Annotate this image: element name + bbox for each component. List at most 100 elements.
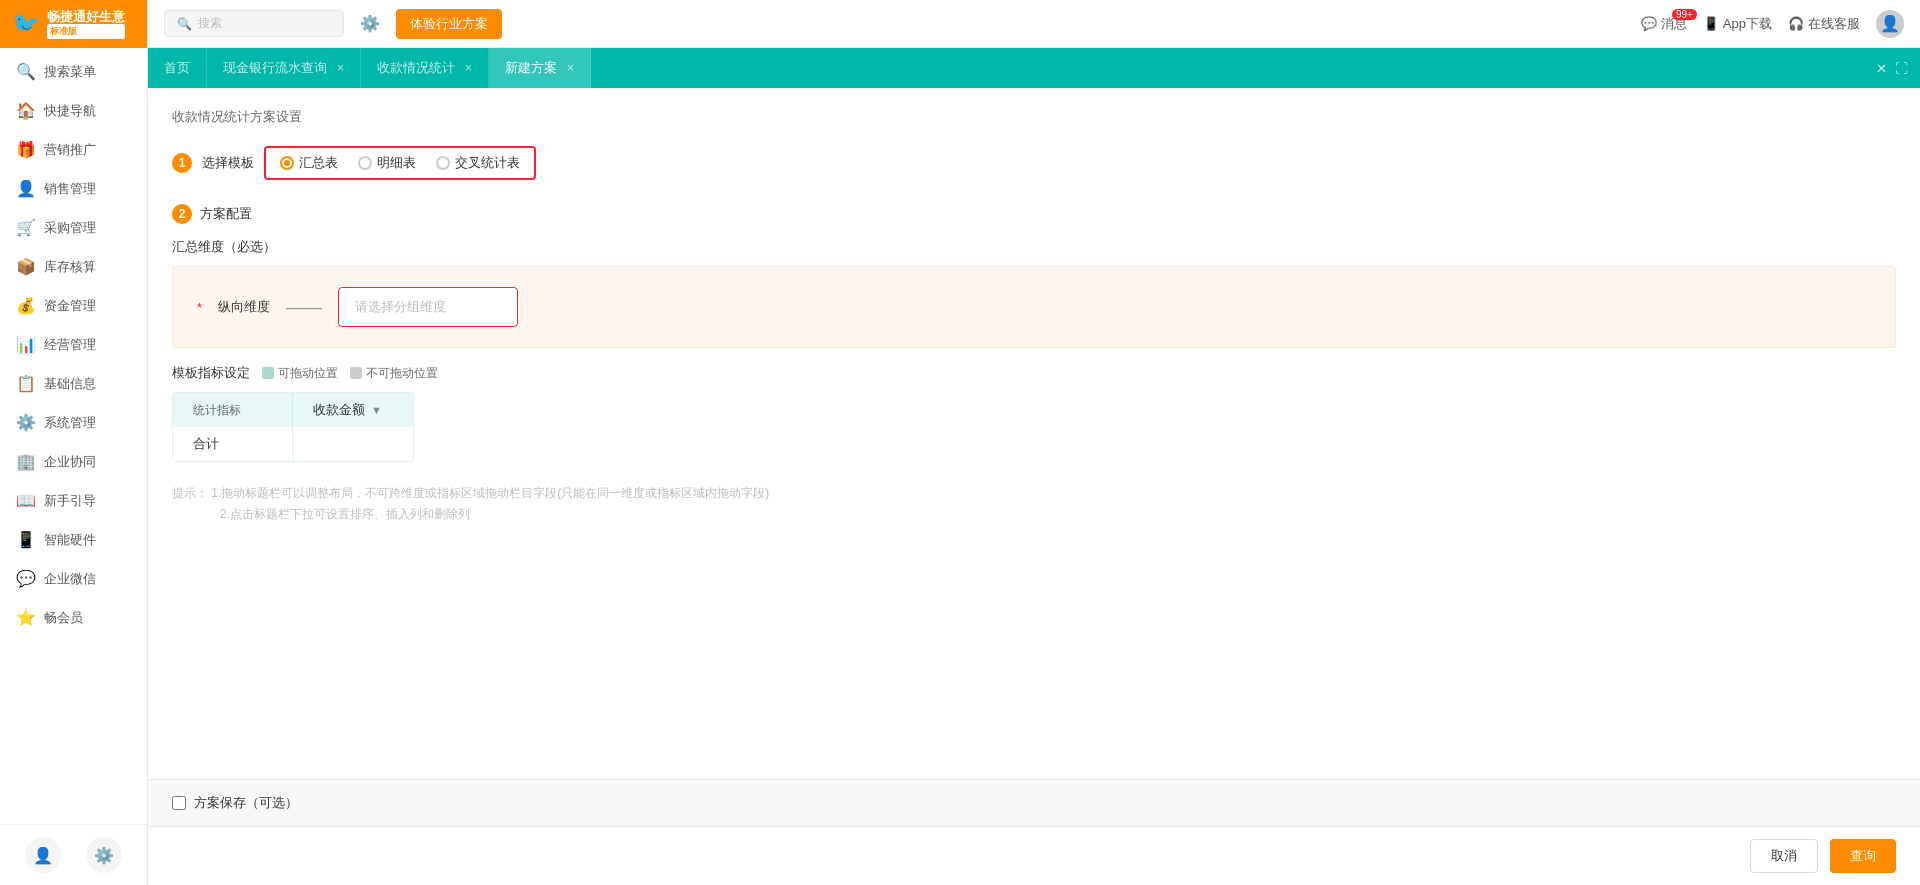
section-2: 2 方案配置 汇总维度（必选） * 纵向维度 —— 请选择分组维度 xyxy=(172,204,1896,537)
tab-new-plan-close[interactable]: × xyxy=(567,61,574,75)
stats-column-1-header[interactable]: 收款金额 ▼ xyxy=(293,393,413,427)
stats-column-1-label: 收款金额 xyxy=(313,401,365,419)
radio-detail[interactable]: 明细表 xyxy=(358,154,416,172)
dimension-arrow: —— xyxy=(286,297,322,318)
sidebar-item-quick-nav[interactable]: 🏠 快捷导航 xyxy=(0,91,147,130)
dimension-label-text: 纵向维度 xyxy=(218,298,270,316)
purchase-icon: 🛒 xyxy=(16,218,36,237)
sidebar-item-label: 采购管理 xyxy=(44,219,96,237)
online-support-icon: 🎧 xyxy=(1788,16,1804,31)
tab-collection-stats-close[interactable]: × xyxy=(465,61,472,75)
tab-bar: 首页 现金银行流水查询 × 收款情况统计 × 新建方案 × ✕ ⛶ xyxy=(148,48,1920,88)
tab-home-label: 首页 xyxy=(164,59,190,77)
tab-bank-flow-close[interactable]: × xyxy=(337,61,344,75)
sidebar-item-enterprise[interactable]: 🏢 企业协同 xyxy=(0,442,147,481)
trial-button[interactable]: 体验行业方案 xyxy=(396,9,502,39)
sidebar-item-inventory[interactable]: 📦 库存核算 xyxy=(0,247,147,286)
section-1-number: 1 xyxy=(172,153,192,173)
stats-label: 统计指标 xyxy=(193,402,241,419)
online-support-button[interactable]: 🎧 在线客服 xyxy=(1788,15,1860,33)
locked-badge: 不可拖动位置 xyxy=(350,365,438,382)
sidebar-item-smart-hw[interactable]: 📱 智能硬件 xyxy=(0,520,147,559)
enterprise-icon: 🏢 xyxy=(16,452,36,471)
tab-collection-stats[interactable]: 收款情况统计 × xyxy=(361,48,489,88)
sidebar-item-label: 畅会员 xyxy=(44,609,83,627)
sidebar-item-purchase[interactable]: 🛒 采购管理 xyxy=(0,208,147,247)
tab-home[interactable]: 首页 xyxy=(148,48,207,88)
user-avatar[interactable]: 👤 xyxy=(1876,10,1904,38)
metrics-section: 模板指标设定 可拖动位置 不可拖动位置 xyxy=(172,364,1896,465)
sidebar-item-label: 搜索菜单 xyxy=(44,63,96,81)
stats-label-cell: 统计指标 xyxy=(173,393,293,427)
dimension-area: * 纵向维度 —— 请选择分组维度 xyxy=(172,266,1896,348)
smart-hw-icon: 📱 xyxy=(16,530,36,549)
logo-text: 畅捷通好生意 xyxy=(47,9,125,25)
sidebar-item-system[interactable]: ⚙️ 系统管理 xyxy=(0,403,147,442)
window-maximize-icon[interactable]: ⛶ xyxy=(1895,61,1908,76)
template-radio-group: 汇总表 明细表 交叉统计表 xyxy=(264,146,536,180)
sidebar-item-wechat[interactable]: 💬 企业微信 xyxy=(0,559,147,598)
radio-cross-circle xyxy=(436,156,450,170)
sidebar-item-finance[interactable]: 💰 资金管理 xyxy=(0,286,147,325)
tab-new-plan[interactable]: 新建方案 × xyxy=(489,48,591,88)
sidebar-item-label: 系统管理 xyxy=(44,414,96,432)
settings-icon[interactable]: ⚙️ xyxy=(360,14,380,33)
logo-icon: 🐦 xyxy=(12,11,39,37)
sidebar-item-search-menu[interactable]: 🔍 搜索菜单 xyxy=(0,52,147,91)
content-area: 收款情况统计方案设置 1 选择模板 汇总表 明细表 xyxy=(148,88,1920,885)
sidebar-item-marketing[interactable]: 🎁 营销推广 xyxy=(0,130,147,169)
marketing-icon: 🎁 xyxy=(16,140,36,159)
section-2-number: 2 xyxy=(172,204,192,224)
sidebar-bottom-icon-2[interactable]: ⚙️ xyxy=(86,837,122,873)
radio-summary[interactable]: 汇总表 xyxy=(280,154,338,172)
save-checkbox[interactable] xyxy=(172,796,186,810)
radio-summary-label: 汇总表 xyxy=(299,154,338,172)
sidebar-bottom-icon-1[interactable]: 👤 xyxy=(25,837,61,873)
sidebar-item-basic-info[interactable]: 📋 基础信息 xyxy=(0,364,147,403)
quick-nav-icon: 🏠 xyxy=(16,101,36,120)
header-actions: 💬 消息 99+ 📱 App下载 🎧 在线客服 👤 xyxy=(1641,10,1904,38)
sidebar-item-label: 库存核算 xyxy=(44,258,96,276)
tip-2: 2.点击标题栏下拉可设置排序、插入列和删除列 xyxy=(172,506,1896,523)
radio-detail-label: 明细表 xyxy=(377,154,416,172)
sidebar: 🐦 畅捷通好生意 标准版 🔍 搜索菜单 🏠 快捷导航 🎁 营销推广 👤 销售管理… xyxy=(0,0,148,885)
section-2-title: 方案配置 xyxy=(200,205,252,223)
sidebar-item-operations[interactable]: 📊 经营管理 xyxy=(0,325,147,364)
cancel-button[interactable]: 取消 xyxy=(1750,839,1818,873)
dimension-placeholder: 请选择分组维度 xyxy=(355,298,446,316)
stats-row-1-label: 合计 xyxy=(173,427,293,461)
drag-indicator-icon xyxy=(262,367,274,379)
search-icon: 🔍 xyxy=(177,17,192,31)
newbie-icon: 📖 xyxy=(16,491,36,510)
message-badge: 99+ xyxy=(1672,9,1697,20)
sidebar-item-newbie[interactable]: 📖 新手引导 xyxy=(0,481,147,520)
radio-cross[interactable]: 交叉统计表 xyxy=(436,154,520,172)
locked-indicator-icon xyxy=(350,367,362,379)
app-download-button[interactable]: 📱 App下载 xyxy=(1703,15,1772,33)
section-2-header: 2 方案配置 xyxy=(172,204,1896,224)
window-close-icon[interactable]: ✕ xyxy=(1876,61,1887,76)
tab-bank-flow-label: 现金银行流水查询 xyxy=(223,59,327,77)
sidebar-nav: 🔍 搜索菜单 🏠 快捷导航 🎁 营销推广 👤 销售管理 🛒 采购管理 📦 库存核… xyxy=(0,48,147,824)
sidebar-item-member[interactable]: ⭐ 畅会员 xyxy=(0,598,147,637)
sidebar-item-label: 快捷导航 xyxy=(44,102,96,120)
save-label: 方案保存（可选） xyxy=(194,794,298,812)
app-download-icon: 📱 xyxy=(1703,16,1719,31)
online-support-label: 在线客服 xyxy=(1808,15,1860,33)
message-button[interactable]: 💬 消息 99+ xyxy=(1641,15,1687,33)
query-button[interactable]: 查询 xyxy=(1830,839,1896,873)
header-search-bar[interactable]: 🔍 搜索 xyxy=(164,10,344,37)
sidebar-item-sales[interactable]: 👤 销售管理 xyxy=(0,169,147,208)
section-1: 1 选择模板 汇总表 明细表 交叉统计表 xyxy=(172,146,1896,180)
stats-header-row: 统计指标 收款金额 ▼ xyxy=(173,393,413,427)
column-dropdown-icon: ▼ xyxy=(371,404,382,416)
radio-detail-circle xyxy=(358,156,372,170)
stats-row-1-text: 合计 xyxy=(193,436,219,451)
section-1-header: 1 选择模板 汇总表 明细表 交叉统计表 xyxy=(172,146,1896,180)
search-placeholder-text: 搜索 xyxy=(198,15,222,32)
sidebar-item-label: 企业协同 xyxy=(44,453,96,471)
dimension-select[interactable]: 请选择分组维度 xyxy=(338,287,518,327)
tab-bank-flow[interactable]: 现金银行流水查询 × xyxy=(207,48,361,88)
main-area: 🔍 搜索 ⚙️ 体验行业方案 💬 消息 99+ 📱 App下载 🎧 在线客服 👤 xyxy=(148,0,1920,885)
stats-body-row: 合计 xyxy=(173,427,413,461)
